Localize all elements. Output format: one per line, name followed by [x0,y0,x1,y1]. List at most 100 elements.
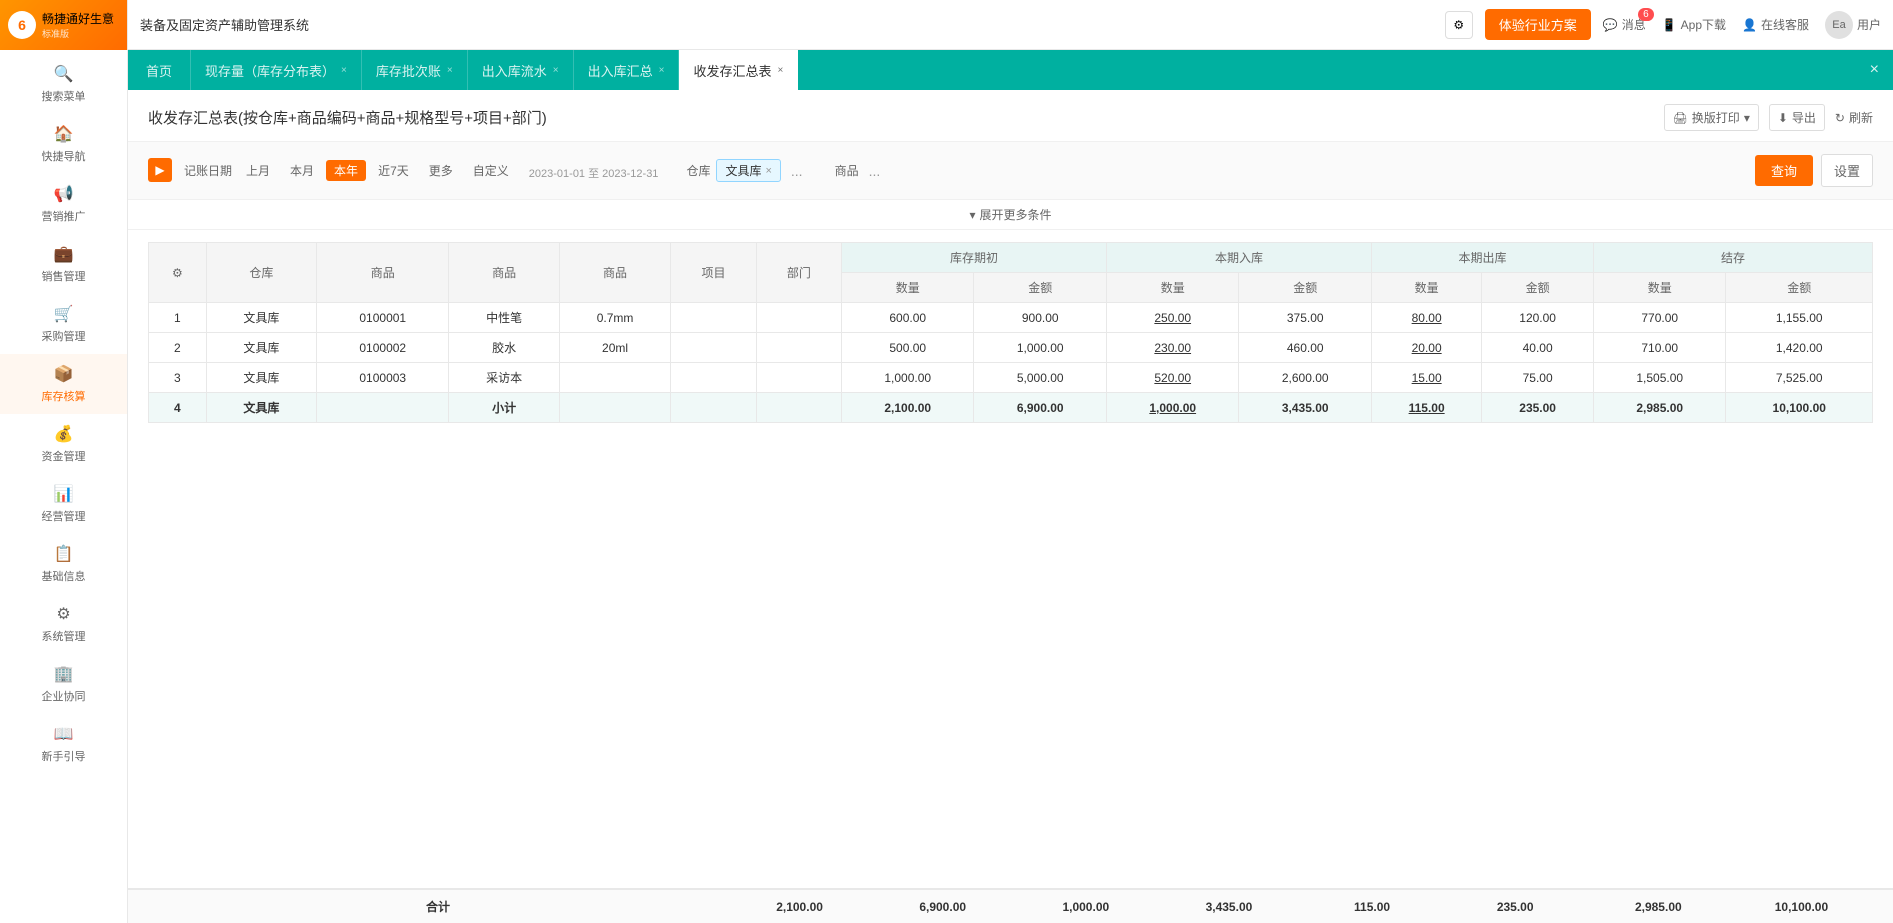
footer-open-amt: 6,900.00 [871,900,1014,914]
settings-button[interactable]: 设置 [1821,154,1873,187]
sidebar-item-sales[interactable]: 💼 销售管理 [0,234,127,294]
date-custom[interactable]: 自定义 [465,160,517,181]
sidebar-item-label-finance: 资金管理 [42,448,86,464]
col-in-qty: 数量 [1106,273,1239,303]
cell-out-amt: 40.00 [1482,333,1594,363]
sidebar-item-marketing[interactable]: 📢营销推广 [0,174,127,234]
cell-name: 胶水 [449,333,559,363]
export-icon: ⬇ [1778,111,1788,125]
messages-button[interactable]: 💬 消息 6 [1603,16,1646,33]
cell-dept [756,393,841,423]
tab-receive-send-summary-label: 收发存汇总表 [693,61,771,80]
sidebar-item-enterprise[interactable]: 🏢企业协同 [0,654,127,714]
sidebar-item-purchase[interactable]: 🛒采购管理 [0,294,127,354]
col-in-amt: 金额 [1239,273,1372,303]
tab-receive-send-summary[interactable]: 收发存汇总表 × [679,50,798,90]
sidebar-item-search[interactable]: 🔍搜索菜单 [0,54,127,114]
date-more[interactable]: 更多 [421,160,461,181]
cell-warehouse: 文具库 [206,393,316,423]
cell-spec [559,363,671,393]
sidebar-item-label-sales: 销售管理 [42,268,86,284]
cell-in-qty: 1,000.00 [1106,393,1239,423]
user-area[interactable]: Ea 用户 [1825,11,1881,39]
inventory-icon: 📦 [54,364,74,384]
cell-open-amt: 5,000.00 [974,363,1107,393]
warehouse-tag-close[interactable]: × [765,165,771,177]
expand-conditions-button[interactable]: ▾ 展开更多条件 [969,206,1051,223]
table-wrapper: ⚙ 仓库 商品 商品 商品 项目 部门 库存期初 本期入库 本期出库 结存 数量 [128,230,1893,443]
cell-project [671,303,756,333]
date-last-7-days[interactable]: 近7天 [370,160,417,181]
warehouse-more-btn[interactable]: ... [787,161,807,181]
tab-inventory-dist[interactable]: 现存量（库存分布表） × [191,50,362,90]
export-button[interactable]: ⬇ 导出 [1769,104,1825,131]
col-group-in: 本期入库 [1106,243,1371,273]
app-download-button[interactable]: 📱 App下载 [1662,16,1726,33]
tab-home[interactable]: 首页 [128,50,191,90]
cell-num: 1 [149,303,207,333]
cell-close-amt: 7,525.00 [1726,363,1873,393]
goods-more-btn[interactable]: ... [865,161,885,181]
online-service-button[interactable]: 👤 在线客服 [1742,16,1809,33]
sales-icon: 💼 [54,244,74,264]
tab-in-out-summary-close[interactable]: × [659,65,665,76]
date-range-display: 2023-01-01 至 2023-12-31 [529,165,659,181]
avatar: Ea [1825,11,1853,39]
date-this-year[interactable]: 本年 [326,160,366,181]
sidebar-item-basic-info[interactable]: 📋基础信息 [0,534,127,594]
date-this-month[interactable]: 本月 [282,160,322,181]
cell-in-qty: 230.00 [1106,333,1239,363]
refresh-button[interactable]: ↻ 刷新 [1835,109,1873,126]
tab-inventory-dist-label: 现存量（库存分布表） [205,61,335,80]
tab-in-out-flow-close[interactable]: × [553,65,559,76]
sidebar-item-quick-nav[interactable]: 🏠快捷导航 [0,114,127,174]
sidebar-item-operations[interactable]: 📊经营管理 [0,474,127,534]
sidebar-item-label-system: 系统管理 [42,628,86,644]
cell-close-qty: 770.00 [1593,303,1726,333]
tab-receive-send-summary-close[interactable]: × [777,65,783,76]
sidebar-item-label-guide: 新手引导 [42,748,86,764]
tab-batch-ledger-close[interactable]: × [447,65,453,76]
warehouse-filter: 仓库 文具库 × ... [686,159,806,182]
sidebar-item-finance[interactable]: 💰资金管理 [0,414,127,474]
warehouse-tag-text: 文具库 [725,162,761,179]
app-download-label: App下载 [1681,16,1726,33]
goods-filter-label: 商品 [835,162,859,179]
tab-inventory-dist-close[interactable]: × [341,65,347,76]
col-gear[interactable]: ⚙ [149,243,207,303]
tabs-close-all-button[interactable]: × [1856,61,1893,79]
sidebar-item-label-search: 搜索菜单 [42,88,86,104]
sidebar-item-system[interactable]: ⚙ 系统管理 [0,594,127,654]
filter-toggle-button[interactable]: ▶ [148,158,172,182]
date-filter: 记账日期 上月 本月 本年 近7天 更多 自定义 [184,160,517,181]
tab-batch-ledger[interactable]: 库存批次账 × [362,50,468,90]
sidebar-item-inventory[interactable]: 📦库存核算 [0,354,127,414]
filter-section: 记账日期 上月 本月 本年 近7天 更多 自定义 2023-01-01 至 20… [184,154,1873,187]
user-label: 用户 [1857,16,1881,33]
top-header: 装备及固定资产辅助管理系统 ⚙ 体验行业方案 💬 消息 6 📱 App下载 👤 … [128,0,1893,50]
tab-in-out-flow[interactable]: 出入库流水 × [468,50,574,90]
export-label: 导出 [1792,109,1816,126]
footer-in-amt: 3,435.00 [1157,900,1300,914]
tab-in-out-summary[interactable]: 出入库汇总 × [574,50,680,90]
print-button[interactable]: 🖨 换版打印 ▾ [1664,104,1759,131]
cell-close-qty: 1,505.00 [1593,363,1726,393]
cell-in-amt: 3,435.00 [1239,393,1372,423]
date-filter-label: 记账日期 [184,162,232,179]
logo-subtitle: 畅捷通好生意 [42,10,114,27]
cell-close-amt: 1,420.00 [1726,333,1873,363]
system-icon: ⚙ [56,604,70,624]
enterprise-icon: 🏢 [54,664,74,684]
date-last-month[interactable]: 上月 [238,160,278,181]
gear-button[interactable]: ⚙ [1445,11,1473,39]
cell-in-qty: 250.00 [1106,303,1239,333]
query-button[interactable]: 查询 [1755,155,1813,186]
cell-project [671,363,756,393]
table-row: 4 文具库 小计 2,100.00 6,900.00 1,000.00 3,43… [149,393,1873,423]
sidebar-item-guide[interactable]: 📖新手引导 [0,714,127,774]
trial-button[interactable]: 体验行业方案 [1485,9,1591,40]
expand-icon: ▾ [969,208,975,222]
footer-total-label: 合计 [148,898,728,915]
cell-out-amt: 120.00 [1482,303,1594,333]
cell-num: 3 [149,363,207,393]
